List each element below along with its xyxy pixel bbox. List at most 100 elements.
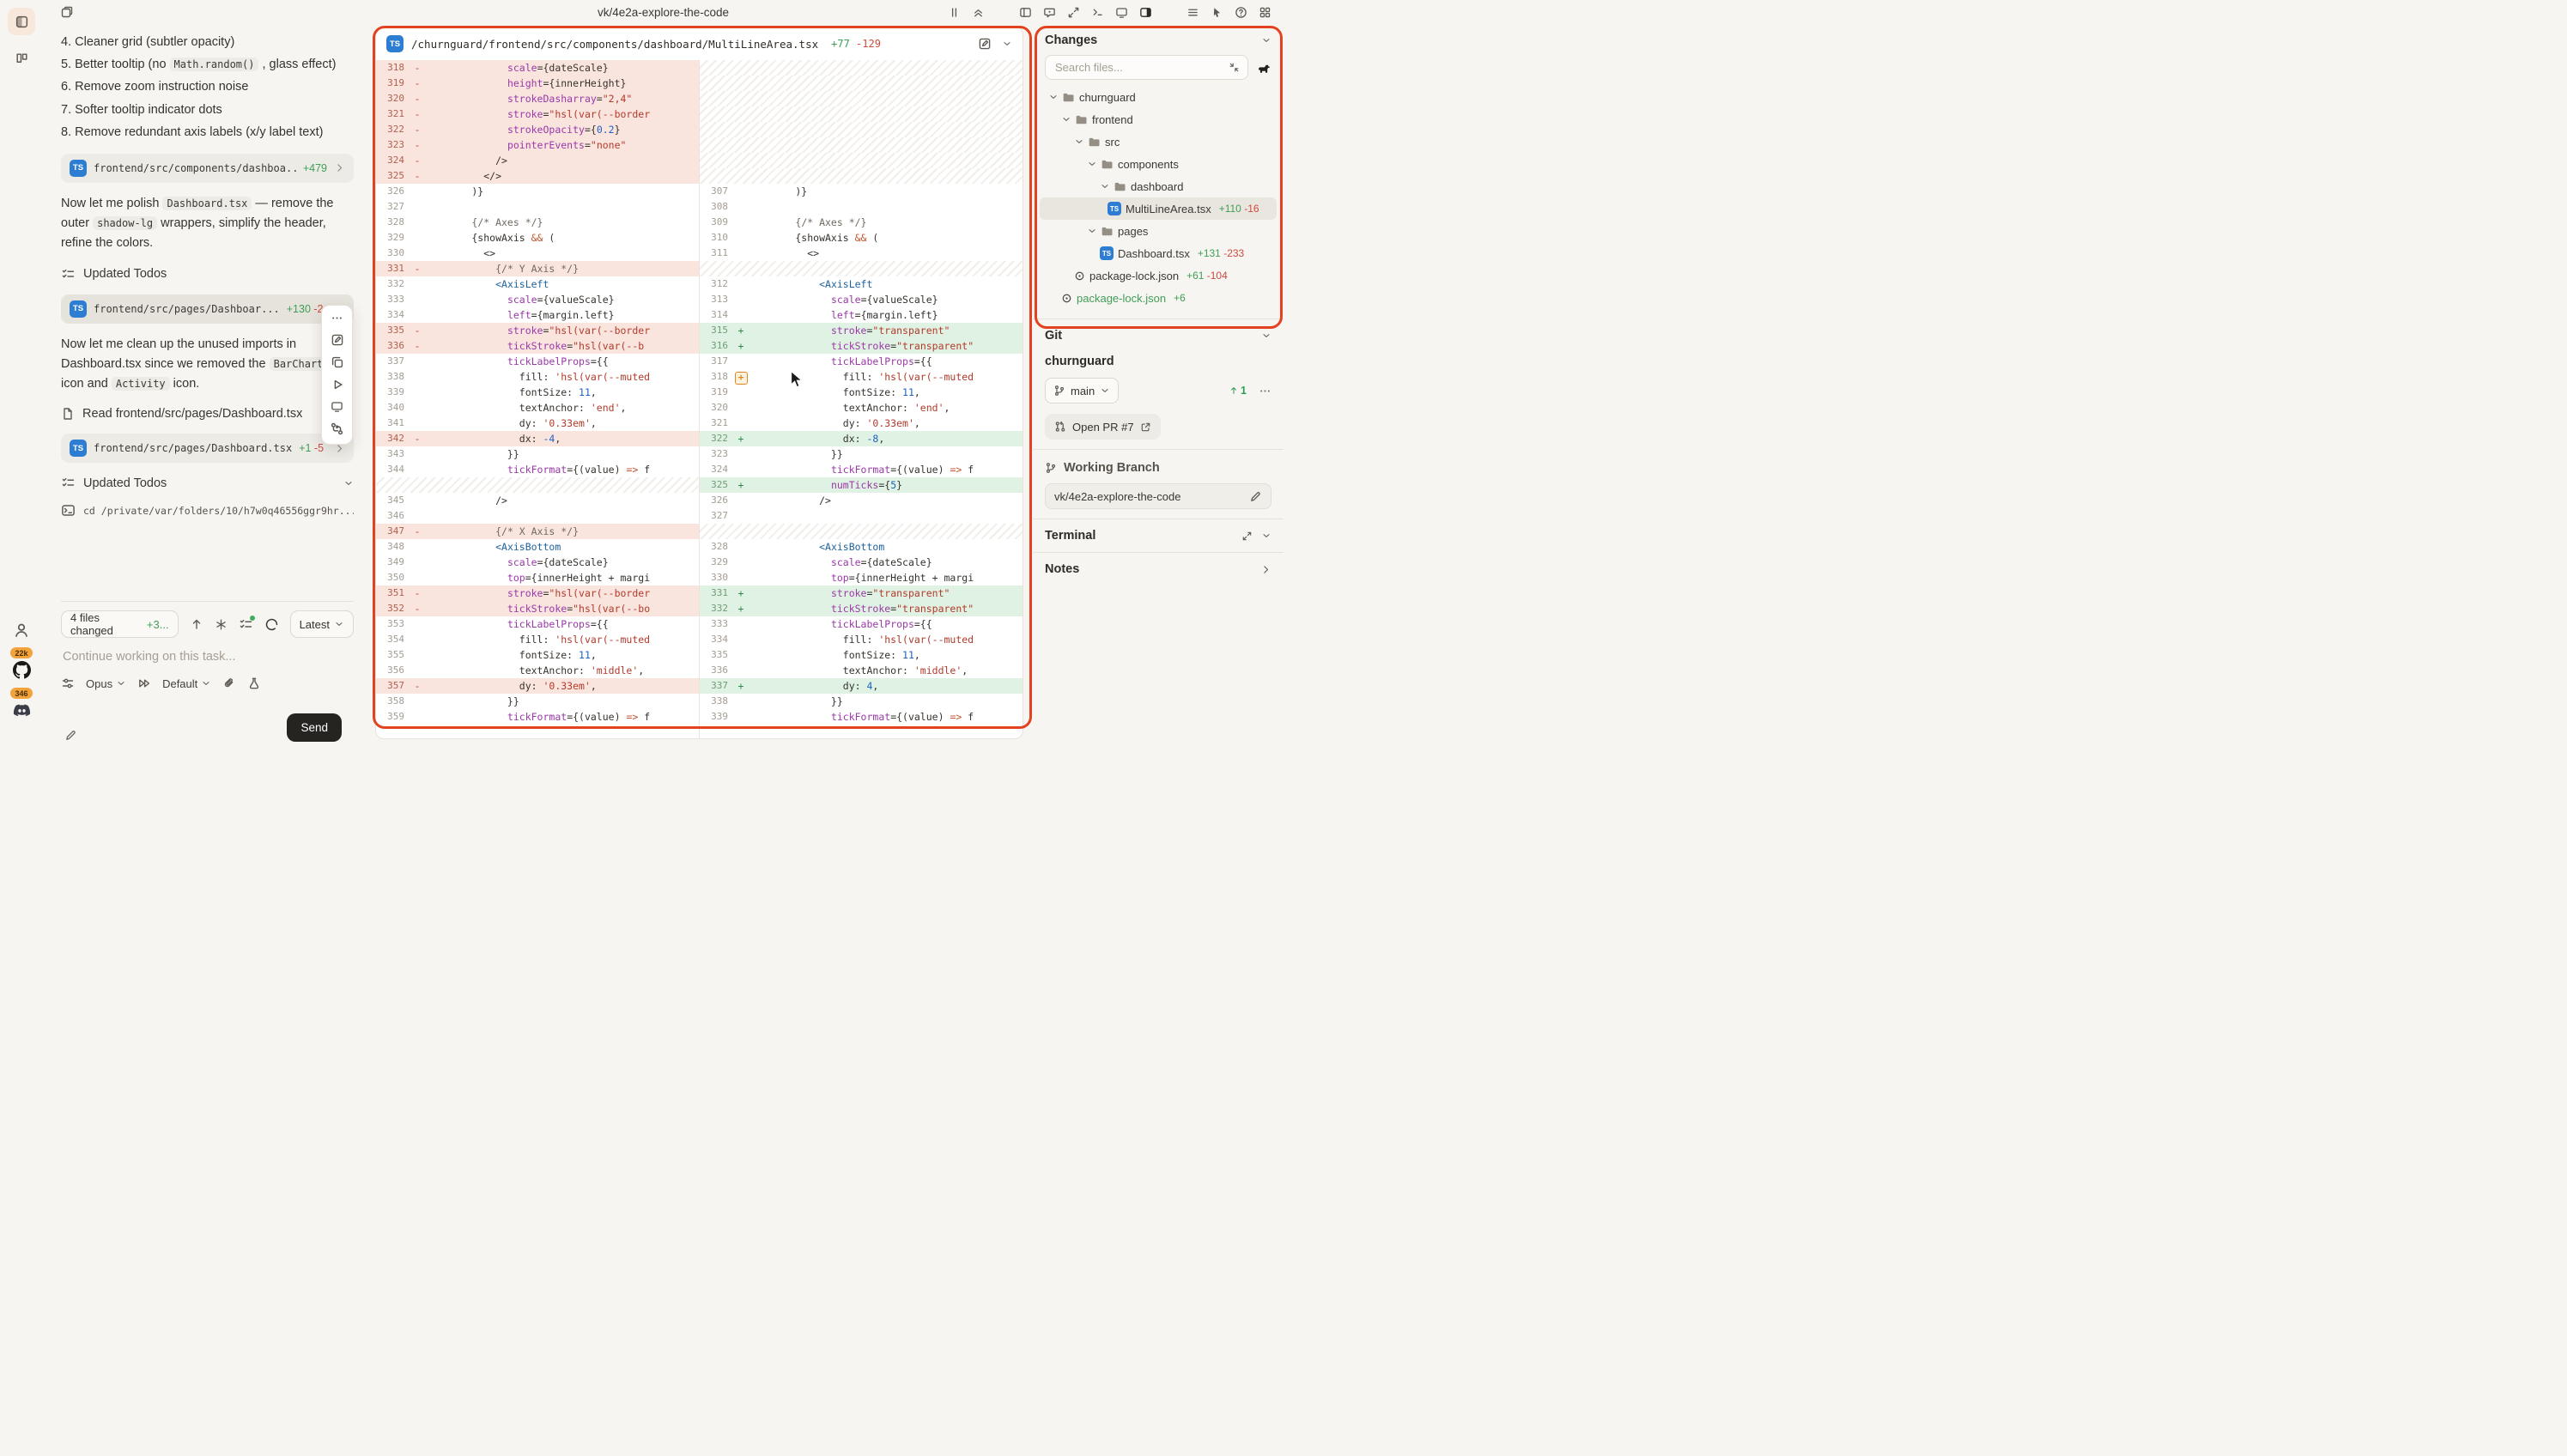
tree-row-churnguard[interactable]: churnguard — [1045, 86, 1271, 108]
notes-section-header[interactable]: Notes — [1045, 553, 1271, 576]
line-number: 329 — [376, 230, 410, 246]
menu-icon[interactable] — [1186, 6, 1199, 19]
window-stack-icon[interactable] — [60, 5, 74, 19]
annotate-icon[interactable] — [331, 333, 344, 347]
tree-file-name: MultiLineArea.tsx — [1126, 203, 1211, 215]
files-changed-chip[interactable]: 4 files changed +3... — [61, 610, 179, 638]
tree-row-MultiLineArea.tsx[interactable]: TSMultiLineArea.tsx+110 -16 — [1040, 197, 1277, 220]
compare-icon[interactable] — [1067, 6, 1080, 19]
line-number: 320 — [700, 400, 734, 416]
chevron-down-icon[interactable] — [1002, 37, 1012, 51]
mode-dropdown[interactable]: Default — [162, 677, 211, 690]
todos-status-button[interactable] — [239, 617, 253, 632]
chevron-down-icon[interactable] — [343, 478, 354, 488]
search-input[interactable] — [1053, 60, 1223, 75]
run-icon[interactable] — [331, 378, 344, 391]
changes-section-header[interactable]: Changes — [1045, 24, 1271, 47]
line-number: 331 — [376, 261, 410, 276]
tree-row-dashboard[interactable]: dashboard — [1045, 175, 1271, 197]
chat-transcript: 4. Cleaner grid (subtler opacity)5. Bett… — [61, 24, 354, 601]
line-number: 350 — [376, 570, 410, 585]
attach-icon[interactable] — [222, 676, 236, 690]
settings-sliders-icon[interactable] — [61, 676, 75, 690]
tree-row-package-lock.json[interactable]: package-lock.json+6 — [1045, 287, 1271, 309]
tree-row-components[interactable]: components — [1045, 153, 1271, 175]
experiment-icon[interactable] — [247, 676, 261, 690]
copy-icon[interactable] — [331, 355, 344, 369]
diff-sign — [410, 400, 424, 416]
diff-sign: - — [410, 91, 424, 106]
code-text: fill: 'hsl(var(--muted — [424, 369, 699, 385]
open-pr-button[interactable]: Open PR #7 — [1045, 414, 1161, 440]
tree-row-Dashboard.tsx[interactable]: TSDashboard.tsx+131 -233 — [1045, 242, 1271, 264]
add-comment-marker[interactable]: + — [735, 372, 748, 385]
diff-line: 322+ dx: -8, — [700, 431, 1023, 446]
diff-line: 324 tickFormat={(value) => f — [700, 462, 1023, 477]
working-branch-field[interactable]: vk/4e2a-explore-the-code — [1045, 483, 1271, 509]
file-chip[interactable]: TSfrontend/src/components/dashboa...+479 — [61, 154, 354, 183]
file-chip[interactable]: TSfrontend/src/pages/Dashboard.tsx+1 -5 — [61, 434, 354, 463]
tree-row-pages[interactable]: pages — [1045, 220, 1271, 242]
app-icon[interactable] — [8, 8, 35, 35]
cursor-icon[interactable] — [1211, 6, 1223, 19]
comment-icon[interactable] — [1043, 6, 1056, 19]
help-icon[interactable] — [1235, 6, 1247, 19]
terminal-section-header[interactable]: Terminal — [1045, 519, 1271, 543]
tree-row-src[interactable]: src — [1045, 130, 1271, 153]
diff-sign — [410, 416, 424, 431]
workspaces-button[interactable] — [9, 46, 34, 71]
tool-call-row[interactable]: Updated Todos — [61, 267, 354, 282]
code-text: )} — [748, 184, 1023, 199]
commits-ahead[interactable]: 1 — [1229, 385, 1247, 397]
inline-diff-icon[interactable] — [978, 37, 992, 51]
code-text: tickFormat={(value) => f — [424, 462, 699, 477]
fast-forward-icon[interactable] — [137, 676, 151, 690]
message-input[interactable] — [61, 649, 357, 664]
git-section-header[interactable]: Git — [1045, 319, 1271, 343]
ts-file-badge: TS — [1108, 202, 1121, 215]
diff-sign — [410, 354, 424, 369]
drag-handle-icon[interactable] — [331, 312, 343, 325]
diff-line: 359 tickFormat={(value) => f — [376, 709, 699, 725]
preview-icon[interactable] — [331, 400, 343, 413]
edit-pencil-icon[interactable] — [1249, 490, 1262, 503]
tree-row-package-lock.json[interactable]: package-lock.json+61 -104 — [1045, 264, 1271, 287]
line-number: 359 — [376, 709, 410, 725]
latest-dropdown[interactable]: Latest — [290, 610, 354, 638]
pause-icon[interactable] — [948, 6, 961, 19]
tree-row-frontend[interactable]: frontend — [1045, 108, 1271, 130]
branch-selector[interactable]: main — [1045, 378, 1119, 403]
collapse-tree-icon[interactable] — [1229, 62, 1240, 73]
tool-call-row[interactable]: Read frontend/src/pages/Dashboard.tsx — [61, 407, 354, 421]
more-options-icon[interactable] — [1259, 385, 1271, 397]
dog-icon[interactable] — [1256, 60, 1271, 76]
diff-line: 338 fill: 'hsl(var(--muted — [376, 369, 699, 385]
file-search[interactable] — [1045, 55, 1248, 80]
display-icon[interactable] — [1115, 6, 1128, 19]
model-dropdown[interactable]: Opus — [86, 677, 126, 690]
tool-call-row[interactable]: Updated Todos — [61, 476, 354, 490]
grid-icon[interactable] — [1259, 6, 1271, 19]
send-button[interactable]: Send — [287, 713, 342, 742]
scroll-up-icon[interactable] — [190, 617, 203, 631]
ts-file-badge: TS — [70, 160, 87, 177]
code-text: tickLabelProps={{ — [424, 616, 699, 632]
panel-left-icon[interactable] — [1019, 6, 1032, 19]
diff-empty-row — [700, 91, 1023, 106]
panel-right-icon[interactable] — [1139, 6, 1152, 19]
spark-icon[interactable] — [215, 618, 228, 631]
draw-icon[interactable] — [64, 729, 77, 742]
diff-line: 353 tickLabelProps={{ — [376, 616, 699, 632]
account-icon[interactable] — [13, 622, 30, 639]
diff-sign: + — [734, 323, 748, 338]
expand-icon[interactable] — [1241, 531, 1253, 542]
folder-icon — [1114, 180, 1126, 193]
file-chip[interactable]: TSfrontend/src/pages/Dashboar...+130 -2 — [61, 294, 354, 324]
terminal-icon[interactable] — [1091, 6, 1104, 19]
collapse-up-icon[interactable] — [972, 6, 985, 19]
line-number: 340 — [376, 400, 410, 416]
git-compare-icon[interactable] — [330, 422, 344, 436]
terminal-command-row[interactable]: cd /private/var/folders/10/h7w0q46556ggr… — [61, 503, 354, 518]
discord-icon[interactable] — [13, 701, 31, 719]
github-icon[interactable] — [13, 661, 31, 679]
